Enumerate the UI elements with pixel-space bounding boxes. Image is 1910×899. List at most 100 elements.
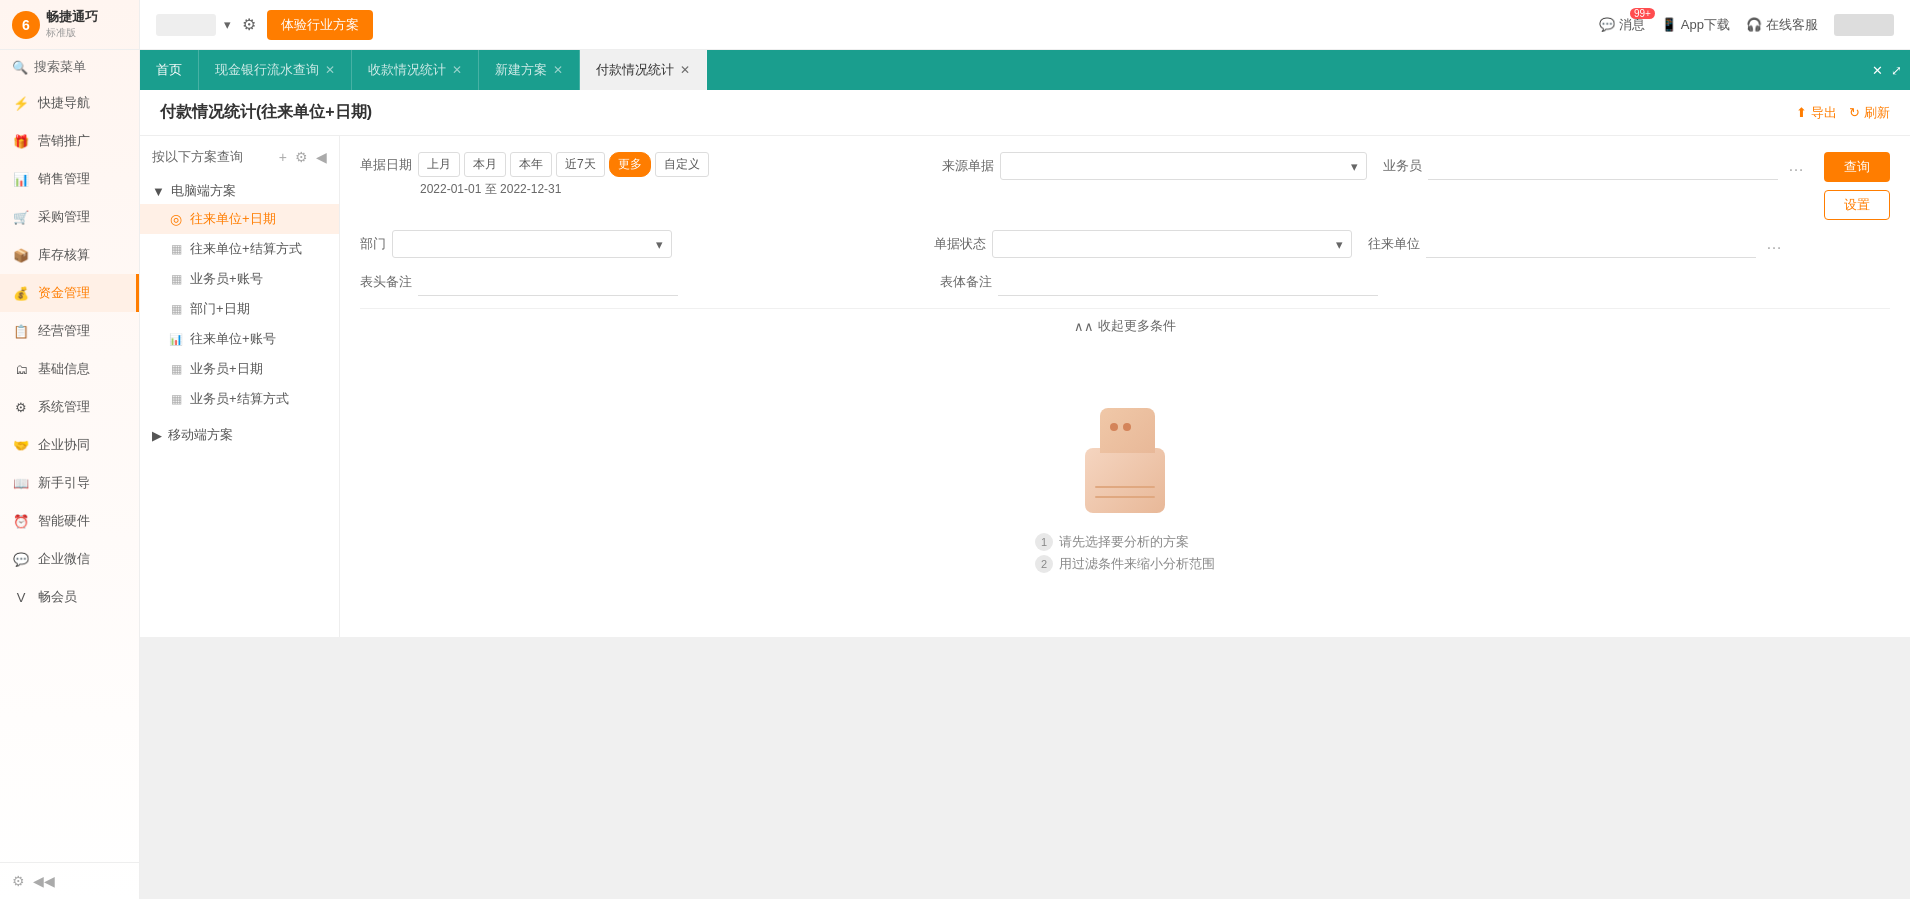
messages-item[interactable]: 💬 消息 99+	[1599, 16, 1645, 34]
tab-new-scheme[interactable]: 新建方案 ✕	[479, 50, 580, 90]
tab-payment-close[interactable]: ✕	[680, 63, 690, 77]
sidebar-logo: 6	[12, 11, 40, 39]
scheme-settings-button[interactable]: ⚙	[295, 149, 308, 165]
scheme-counterparty-date-label: 往来单位+日期	[190, 210, 276, 228]
shortcut-icon: ⚡	[12, 94, 30, 112]
panel-collapse-button[interactable]: ◀	[316, 149, 327, 165]
sidebar-item-shortcut[interactable]: ⚡ 快捷导航	[0, 84, 139, 122]
tab-home[interactable]: 首页	[140, 50, 199, 90]
page-header: 付款情况统计(往来单位+日期) ⬆ 导出 ↻ 刷新	[140, 90, 1910, 136]
scheme-item-dept-date[interactable]: ▦ 部门+日期	[140, 294, 339, 324]
salesperson-more-btn[interactable]: …	[1784, 157, 1808, 175]
date-btn-7days[interactable]: 近7天	[556, 152, 605, 177]
date-btn-more[interactable]: 更多	[609, 152, 651, 177]
scheme-group-desktop-title[interactable]: ▼ 电脑端方案	[140, 178, 339, 204]
scheme-item-salesperson-settle[interactable]: ▦ 业务员+结算方式	[140, 384, 339, 414]
dept-select[interactable]: ▾	[392, 230, 672, 258]
salesperson-label: 业务员	[1383, 157, 1422, 175]
sidebar-item-member[interactable]: V 畅会员	[0, 578, 139, 616]
sidebar-item-label-purchase: 采购管理	[38, 208, 90, 226]
sidebar: 6 畅捷通巧 标准版 🔍 搜索菜单 ⚡ 快捷导航 🎁 营销推广 📊 销售管理 🛒	[0, 0, 140, 899]
scheme-group-desktop: ▼ 电脑端方案 ◎ 往来单位+日期 ▦ 往来单位+结算方式 ▦	[140, 174, 339, 418]
sidebar-item-marketing[interactable]: 🎁 营销推广	[0, 122, 139, 160]
scheme-item-counterparty-account[interactable]: 📊 往来单位+账号	[140, 324, 339, 354]
filter-section: 单据日期 上月 本月 本年 近7天 更多 自定义	[340, 136, 1910, 343]
sidebar-item-inventory[interactable]: 📦 库存核算	[0, 236, 139, 274]
search-menu-item[interactable]: 🔍 搜索菜单	[0, 50, 139, 84]
app-download-label: App下载	[1681, 16, 1730, 34]
sidebar-collapse-button[interactable]: ◀◀	[33, 873, 55, 889]
sidebar-item-guide[interactable]: 📖 新手引导	[0, 464, 139, 502]
scheme-salesperson-date-label: 业务员+日期	[190, 360, 263, 378]
online-service-item[interactable]: 🎧 在线客服	[1746, 16, 1818, 34]
sidebar-item-label-hardware: 智能硬件	[38, 512, 90, 530]
topbar-gear-button[interactable]: ⚙	[239, 15, 259, 35]
export-button[interactable]: ⬆ 导出	[1796, 104, 1837, 122]
salesperson-input[interactable]	[1428, 152, 1778, 180]
sidebar-footer: ⚙ ◀◀	[0, 862, 139, 899]
expand-icon[interactable]: ⤢	[1891, 63, 1902, 78]
sidebar-item-label-member: 畅会员	[38, 588, 77, 606]
close-all-icon[interactable]: ✕	[1872, 63, 1883, 78]
scheme-item-salesperson-date[interactable]: ▦ 业务员+日期	[140, 354, 339, 384]
robot-line1	[1095, 486, 1155, 488]
sidebar-settings-button[interactable]: ⚙	[12, 873, 25, 889]
sidebar-item-finance[interactable]: 💰 资金管理	[0, 274, 139, 312]
sidebar-item-enterprise[interactable]: 🤝 企业协同	[0, 426, 139, 464]
sidebar-item-operation[interactable]: 📋 经营管理	[0, 312, 139, 350]
hardware-icon: ⏰	[12, 512, 30, 530]
trial-button[interactable]: 体验行业方案	[267, 10, 373, 40]
tab-receipt[interactable]: 收款情况统计 ✕	[352, 50, 479, 90]
scheme-group-mobile-title[interactable]: ▶ 移动端方案	[140, 422, 339, 448]
scheme-icon-3: ▦	[168, 301, 184, 317]
search-icon: 🔍	[12, 60, 28, 75]
sidebar-item-label-operation: 经营管理	[38, 322, 90, 340]
counterparty-label: 往来单位	[1368, 235, 1420, 253]
date-btn-last-month[interactable]: 上月	[418, 152, 460, 177]
date-btn-custom[interactable]: 自定义	[655, 152, 709, 177]
collapse-more-btn[interactable]: ∧∧ 收起更多条件	[360, 309, 1890, 343]
refresh-button[interactable]: ↻ 刷新	[1849, 104, 1890, 122]
counterparty-more-btn[interactable]: …	[1762, 235, 1786, 253]
source-select[interactable]: ▾	[1000, 152, 1367, 180]
scheme-item-counterparty-settle[interactable]: ▦ 往来单位+结算方式	[140, 234, 339, 264]
sidebar-item-label-guide: 新手引导	[38, 474, 90, 492]
empty-state: 1 请先选择要分析的方案 2 用过滤条件来缩小分析范围	[340, 343, 1910, 637]
tip-text-2: 用过滤条件来缩小分析范围	[1059, 555, 1215, 573]
scheme-icon-2: ▦	[168, 271, 184, 287]
date-btn-this-month[interactable]: 本月	[464, 152, 506, 177]
tip-num-1: 1	[1035, 533, 1053, 551]
tab-bank-close[interactable]: ✕	[325, 63, 335, 77]
sidebar-item-system[interactable]: ⚙ 系统管理	[0, 388, 139, 426]
topbar-left: ▾ ⚙ 体验行业方案	[156, 10, 1583, 40]
tab-new-scheme-close[interactable]: ✕	[553, 63, 563, 77]
setting-button[interactable]: 设置	[1824, 190, 1890, 220]
query-button[interactable]: 查询	[1824, 152, 1890, 182]
sidebar-item-purchase[interactable]: 🛒 采购管理	[0, 198, 139, 236]
scheme-item-salesperson-account[interactable]: ▦ 业务员+账号	[140, 264, 339, 294]
sidebar-item-basic[interactable]: 🗂 基础信息	[0, 350, 139, 388]
sidebar-item-sales[interactable]: 📊 销售管理	[0, 160, 139, 198]
tab-payment[interactable]: 付款情况统计 ✕	[580, 50, 707, 90]
enterprise-icon: 🤝	[12, 436, 30, 454]
page-title: 付款情况统计(往来单位+日期)	[160, 102, 372, 123]
table-header-note-input[interactable]	[418, 268, 678, 296]
counterparty-input[interactable]	[1426, 230, 1756, 258]
scheme-item-counterparty-date[interactable]: ◎ 往来单位+日期	[140, 204, 339, 234]
sidebar-item-hardware[interactable]: ⏰ 智能硬件	[0, 502, 139, 540]
add-scheme-button[interactable]: +	[279, 149, 287, 165]
tab-payment-label: 付款情况统计	[596, 61, 674, 79]
date-range: 2022-01-01 至 2022-12-31	[418, 181, 709, 198]
tip-num-2: 2	[1035, 555, 1053, 573]
sidebar-item-label-enterprise: 企业协同	[38, 436, 90, 454]
tab-bank[interactable]: 现金银行流水查询 ✕	[199, 50, 352, 90]
date-btn-this-year[interactable]: 本年	[510, 152, 552, 177]
doc-status-select[interactable]: ▾	[992, 230, 1352, 258]
scheme-counterparty-settle-label: 往来单位+结算方式	[190, 240, 302, 258]
table-body-note-input[interactable]	[998, 268, 1378, 296]
purchase-icon: 🛒	[12, 208, 30, 226]
sidebar-item-wechat[interactable]: 💬 企业微信	[0, 540, 139, 578]
app-download-item[interactable]: 📱 App下载	[1661, 16, 1730, 34]
topbar-dropdown-icon[interactable]: ▾	[224, 17, 231, 32]
tab-receipt-close[interactable]: ✕	[452, 63, 462, 77]
